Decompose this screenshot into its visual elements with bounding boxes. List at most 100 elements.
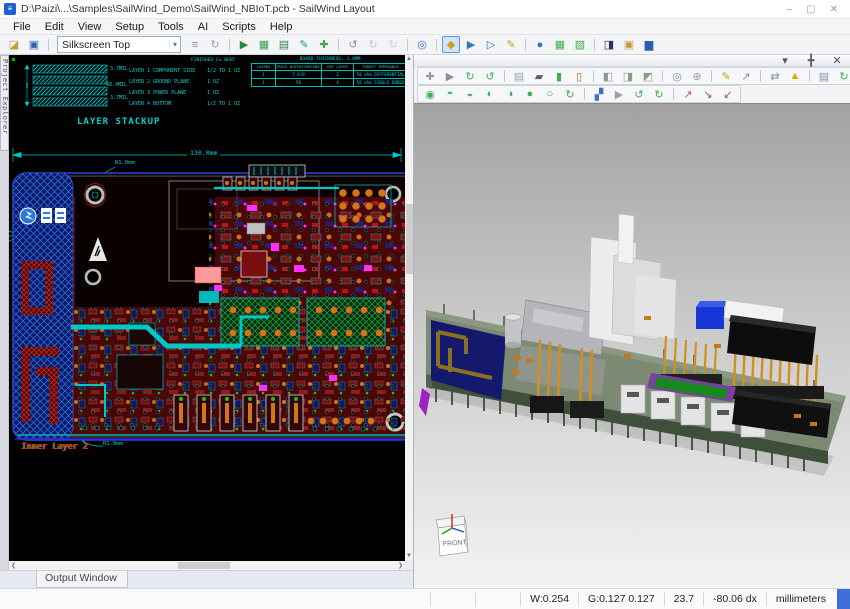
select-gate-icon[interactable]: ▷ [482,36,500,53]
save-icon[interactable]: ▣ [25,36,43,53]
board-view-icon[interactable]: ▰ [530,68,548,85]
rotate-x-icon[interactable]: ↗ [679,86,697,103]
verify-design-icon[interactable]: ▦ [551,36,569,53]
view-rotate-icon[interactable]: ↻ [561,86,579,103]
scroll-up-icon[interactable]: ▲ [406,55,412,64]
menu-tools[interactable]: Tools [151,21,191,33]
view3d-toolbar-row2: ◉ ◓ ◒ ◐ ◑ ● ○ ↻ ▞ ▶ ↺ ↻ ↗ ↘ ↙ [414,85,850,103]
measure-icon[interactable]: ✎ [717,68,735,85]
component-bottom-icon[interactable]: ▯ [570,68,588,85]
snap-grid-icon[interactable]: ▞ [590,86,608,103]
view-back-icon[interactable]: ○ [541,86,559,103]
title-bar: ≡ D:\Paizi\...\Samples\SailWind_Demo\Sai… [0,0,850,19]
zoom-icon[interactable]: ◎ [413,36,431,53]
project-explorer-label: Project Explorer [1,59,9,135]
minimize-button[interactable]: – [787,4,793,15]
cross-section-icon[interactable]: ⇄ [766,68,784,85]
route-icon[interactable]: ▶ [235,36,253,53]
redo-icon[interactable]: ↻ [364,36,382,53]
layout-pane: Project Explorer FINISHED Cu WGHT LAYER … [0,55,413,588]
board-tilt-right-icon[interactable]: ◩ [639,68,657,85]
pick-icon[interactable]: ▶ [610,86,628,103]
cleanup-icon[interactable]: ✎ [502,36,520,53]
spin-left-icon[interactable]: ↺ [630,86,648,103]
properties-icon[interactable]: ≡ [186,36,204,53]
measure-point-icon[interactable]: ↗ [737,68,755,85]
refresh-3d-icon[interactable]: ↻ [835,68,850,85]
table-cell: 50 [275,78,322,87]
menu-setup[interactable]: Setup [108,21,151,33]
toolbar-separator [760,70,761,82]
undo-icon[interactable]: ↺ [344,36,362,53]
verify-report-icon[interactable]: ▧ [571,36,589,53]
view-bottom-icon[interactable]: ◒ [461,86,479,103]
view3d-viewport[interactable]: FRONT [414,103,850,588]
orbit-icon[interactable]: ↺ [481,68,499,85]
output-window-tab[interactable]: Output Window [36,571,128,588]
horizontal-scroll-thumb[interactable] [178,562,230,569]
open-icon[interactable]: ◪ [5,36,23,53]
spin-right-icon[interactable]: ↻ [650,86,668,103]
zoom-window-icon[interactable]: ◎ [668,68,686,85]
board-tilt-mid-icon[interactable]: ◨ [619,68,637,85]
padstack-icon[interactable]: ✚ [315,36,333,53]
rotate-view-icon[interactable]: ↻ [461,68,479,85]
rotate-z-icon[interactable]: ↙ [719,86,737,103]
view-left-icon[interactable]: ◐ [481,86,499,103]
report-icon[interactable]: ▤ [815,68,833,85]
toolbar-separator [338,38,339,51]
glue-icon[interactable]: ◆ [442,36,460,53]
zoom-lock-icon[interactable]: ⊕ [688,68,706,85]
maximize-button[interactable]: ▢ [806,4,815,15]
copy-view-icon[interactable]: ▣ [620,36,638,53]
pan-icon[interactable]: ✚ [421,68,439,85]
view-right-icon[interactable]: ◑ [501,86,519,103]
menu-view[interactable]: View [71,21,109,33]
status-grid: G:0.127 0.127 [578,592,664,606]
main-toolbar: ◪ ▣ Silkscreen Top ▾ ≡ ↻ ▶ ▦ ▤ ✎ ✚ ↺ ↻ ↻ ◎ ◆ ▶ ▷ ✎ ● ▦ ▧ ◨ ▣… [0,35,850,55]
status-empty-1 [430,592,475,606]
orientation-cube[interactable]: FRONT [435,514,469,557]
toolbar-separator [229,38,230,51]
collision-warning-icon[interactable]: ▲ [786,68,804,85]
vertical-scrollbar[interactable]: ▲ ▼ [405,55,413,561]
export-window-icon[interactable]: ◨ [600,36,618,53]
output-monitor-icon[interactable]: ▆ [640,36,658,53]
view-iso-icon[interactable]: ◉ [421,86,439,103]
pcb-canvas[interactable]: FINISHED Cu WGHT LAYER 1 COMPONENT SIDE 1… [9,55,405,561]
scroll-right-icon[interactable]: ❯ [396,562,405,569]
snapshot-icon[interactable]: ▤ [510,68,528,85]
menu-scripts[interactable]: Scripts [215,21,263,33]
stackup-title: LAYER STACKUP [77,117,161,127]
menu-help[interactable]: Help [263,21,300,33]
view-front-icon[interactable]: ● [521,86,539,103]
menu-edit[interactable]: Edit [38,21,71,33]
menu-file[interactable]: File [6,21,38,33]
board-tilt-left-icon[interactable]: ◧ [599,68,617,85]
repeat-icon[interactable]: ↻ [384,36,402,53]
status-units[interactable]: millimeters [765,592,835,606]
component-top-icon[interactable]: ▮ [550,68,568,85]
chevron-down-icon[interactable]: ▾ [168,40,180,49]
vertical-scroll-thumb[interactable] [405,204,413,274]
view-top-icon[interactable]: ◓ [441,86,459,103]
status-empty-2 [475,592,520,606]
menu-ai[interactable]: AI [191,21,215,33]
close-button[interactable]: ✕ [830,4,838,15]
layer-stack-icon[interactable]: ▤ [275,36,293,53]
horizontal-scrollbar[interactable]: ❮ ❯ [9,561,405,570]
draw-line-icon[interactable]: ✎ [295,36,313,53]
toolbar-separator [809,70,810,82]
net-grid-icon[interactable]: ▦ [255,36,273,53]
refresh-icon[interactable]: ↻ [206,36,224,53]
sphere-3d-icon[interactable]: ● [531,36,549,53]
rotate-y-icon[interactable]: ↘ [699,86,717,103]
table-cell: 50 ohm DIFFERENTIAL [353,70,405,79]
toolbar-separator [593,70,594,82]
select-icon[interactable]: ▶ [441,68,459,85]
project-explorer-tab[interactable]: Project Explorer [0,55,9,151]
layer-select-combo[interactable]: Silkscreen Top ▾ [57,36,181,53]
scroll-down-icon[interactable]: ▼ [406,552,412,561]
select-net-icon[interactable]: ▶ [462,36,480,53]
scroll-left-icon[interactable]: ❮ [9,562,18,569]
